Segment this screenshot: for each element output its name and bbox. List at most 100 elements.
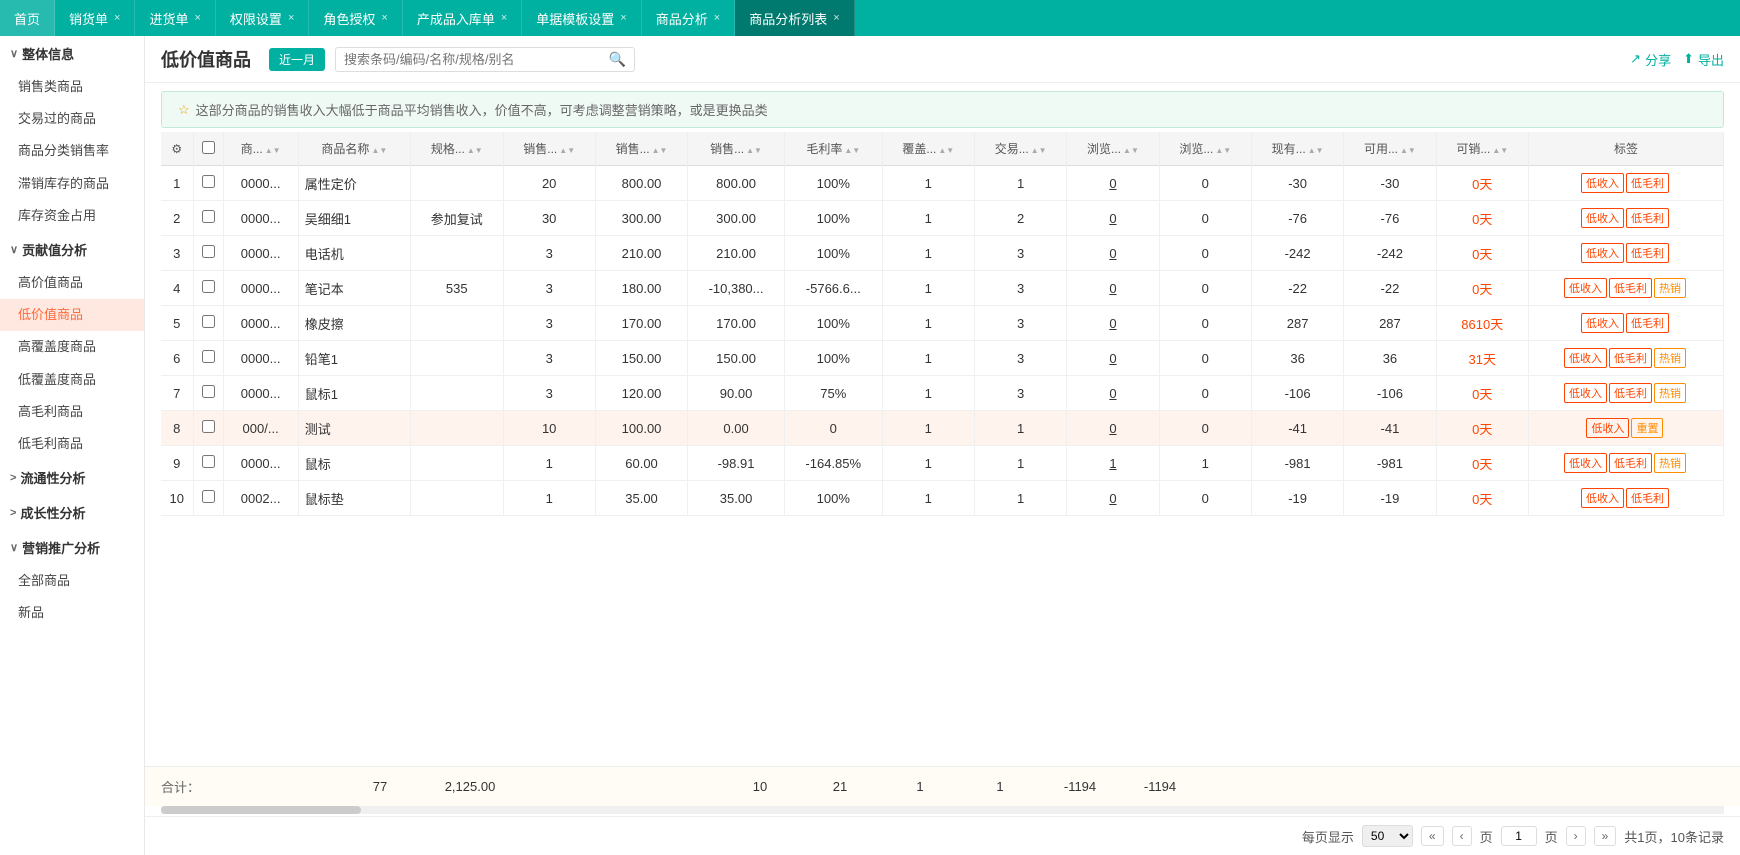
cell-check[interactable]: [193, 341, 223, 376]
th-profit[interactable]: 毛利率▲▼: [784, 132, 882, 166]
sidebar-section-流通性分析[interactable]: >流通性分析: [0, 460, 144, 495]
th-browse1[interactable]: 浏览...▲▼: [1067, 132, 1159, 166]
th-col2[interactable]: 销售...▲▼: [595, 132, 687, 166]
cell-browse1[interactable]: 0: [1067, 236, 1159, 271]
export-action[interactable]: ⬆ 导出: [1683, 50, 1724, 69]
row-checkbox[interactable]: [202, 315, 215, 328]
cell-trade: 1: [974, 481, 1066, 516]
th-trade[interactable]: 交易...▲▼: [974, 132, 1066, 166]
th-col3[interactable]: 销售...▲▼: [688, 132, 785, 166]
cell-check[interactable]: [193, 411, 223, 446]
close-icon[interactable]: ×: [381, 12, 387, 24]
close-icon[interactable]: ×: [114, 12, 120, 24]
sidebar-section-成长性分析[interactable]: >成长性分析: [0, 495, 144, 530]
first-page-button[interactable]: «: [1421, 826, 1444, 846]
nav-item-权限设置[interactable]: 权限设置×: [216, 0, 309, 36]
cell-check[interactable]: [193, 376, 223, 411]
sidebar-item-库存资金占用[interactable]: 库存资金占用: [0, 200, 144, 232]
cell-check[interactable]: [193, 271, 223, 306]
row-checkbox[interactable]: [202, 280, 215, 293]
th-name[interactable]: 商品名称▲▼: [298, 132, 410, 166]
sidebar-item-销售类商品[interactable]: 销售类商品: [0, 71, 144, 103]
sidebar-item-低毛利商品[interactable]: 低毛利商品: [0, 428, 144, 460]
sidebar-item-高毛利商品[interactable]: 高毛利商品: [0, 396, 144, 428]
close-icon[interactable]: ×: [833, 12, 839, 24]
close-icon[interactable]: ×: [620, 12, 626, 24]
th-avail[interactable]: 可用...▲▼: [1344, 132, 1436, 166]
sidebar-item-高覆盖度商品[interactable]: 高覆盖度商品: [0, 331, 144, 363]
sidebar-item-滞销库存的商品[interactable]: 滞销库存的商品: [0, 168, 144, 200]
nav-item-商品分析[interactable]: 商品分析×: [642, 0, 735, 36]
nav-item-首页[interactable]: 首页: [0, 0, 55, 36]
nav-item-进货单[interactable]: 进货单×: [135, 0, 215, 36]
th-current[interactable]: 现有...▲▼: [1251, 132, 1343, 166]
cell-browse1[interactable]: 0: [1067, 271, 1159, 306]
search-input[interactable]: [344, 52, 609, 67]
last-page-button[interactable]: »: [1594, 826, 1617, 846]
row-checkbox[interactable]: [202, 455, 215, 468]
nav-item-产成品入库单[interactable]: 产成品入库单×: [403, 0, 522, 36]
share-action[interactable]: ↗ 分享: [1630, 50, 1671, 69]
th-spec[interactable]: 规格...▲▼: [410, 132, 503, 166]
filter-button[interactable]: 近一月: [269, 48, 325, 71]
th-browse2[interactable]: 浏览...▲▼: [1159, 132, 1251, 166]
sidebar-section-整体信息[interactable]: ∨整体信息: [0, 36, 144, 71]
prev-page-button[interactable]: ‹: [1452, 826, 1472, 846]
th-check[interactable]: [193, 132, 223, 166]
th-tags[interactable]: 标签: [1528, 132, 1723, 166]
cell-check[interactable]: [193, 306, 223, 341]
sidebar-item-低价值商品[interactable]: 低价值商品: [0, 299, 144, 331]
th-sellable[interactable]: 可销...▲▼: [1436, 132, 1528, 166]
sidebar-item-交易过的商品[interactable]: 交易过的商品: [0, 103, 144, 135]
row-checkbox[interactable]: [202, 350, 215, 363]
nav-item-商品分析列表[interactable]: 商品分析列表×: [735, 0, 854, 36]
close-icon[interactable]: ×: [194, 12, 200, 24]
sidebar-item-新品[interactable]: 新品: [0, 597, 144, 629]
row-checkbox[interactable]: [202, 175, 215, 188]
cell-check[interactable]: [193, 446, 223, 481]
cell-browse1[interactable]: 0: [1067, 411, 1159, 446]
sidebar-section-贡献值分析[interactable]: ∨贡献值分析: [0, 232, 144, 267]
sidebar-section-营销推广分析[interactable]: ∨营销推广分析: [0, 530, 144, 565]
nav-item-单据模板设置[interactable]: 单据模板设置×: [522, 0, 641, 36]
close-icon[interactable]: ×: [714, 12, 720, 24]
horizontal-scrollbar[interactable]: [161, 806, 1724, 814]
row-checkbox[interactable]: [202, 385, 215, 398]
cell-check[interactable]: [193, 201, 223, 236]
nav-item-角色授权[interactable]: 角色授权×: [309, 0, 402, 36]
th-gear[interactable]: ⚙: [161, 132, 193, 166]
cell-check[interactable]: [193, 166, 223, 201]
sidebar-item-低覆盖度商品[interactable]: 低覆盖度商品: [0, 364, 144, 396]
check-all[interactable]: [202, 141, 215, 154]
cell-browse1[interactable]: 0: [1067, 201, 1159, 236]
next-page-button[interactable]: ›: [1566, 826, 1586, 846]
cell-name: 测试: [298, 411, 410, 446]
row-checkbox[interactable]: [202, 210, 215, 223]
row-checkbox[interactable]: [202, 420, 215, 433]
cell-browse1[interactable]: 0: [1067, 481, 1159, 516]
cell-browse1[interactable]: 0: [1067, 166, 1159, 201]
sidebar-item-高价值商品[interactable]: 高价值商品: [0, 267, 144, 299]
page-number-input[interactable]: [1501, 826, 1537, 846]
scrollbar-thumb[interactable]: [161, 806, 361, 814]
th-col1[interactable]: 销售...▲▼: [503, 132, 595, 166]
sidebar-item-商品分类销售率[interactable]: 商品分类销售率: [0, 135, 144, 167]
close-icon[interactable]: ×: [501, 12, 507, 24]
row-checkbox[interactable]: [202, 245, 215, 258]
nav-item-销货单[interactable]: 销货单×: [55, 0, 135, 36]
cell-col3: -10,380...: [688, 271, 785, 306]
search-icon[interactable]: 🔍: [609, 51, 626, 68]
th-code[interactable]: 商...▲▼: [223, 132, 298, 166]
cell-browse1[interactable]: 0: [1067, 306, 1159, 341]
close-icon[interactable]: ×: [288, 12, 294, 24]
row-checkbox[interactable]: [202, 490, 215, 503]
sidebar-item-全部商品[interactable]: 全部商品: [0, 565, 144, 597]
cell-check[interactable]: [193, 481, 223, 516]
cell-browse1[interactable]: 0: [1067, 341, 1159, 376]
cell-browse1[interactable]: 1: [1067, 446, 1159, 481]
cell-browse1[interactable]: 0: [1067, 376, 1159, 411]
cell-col2: 170.00: [595, 306, 687, 341]
th-cover[interactable]: 覆盖...▲▼: [882, 132, 974, 166]
cell-check[interactable]: [193, 236, 223, 271]
page-size-select[interactable]: 50 100: [1362, 825, 1413, 847]
